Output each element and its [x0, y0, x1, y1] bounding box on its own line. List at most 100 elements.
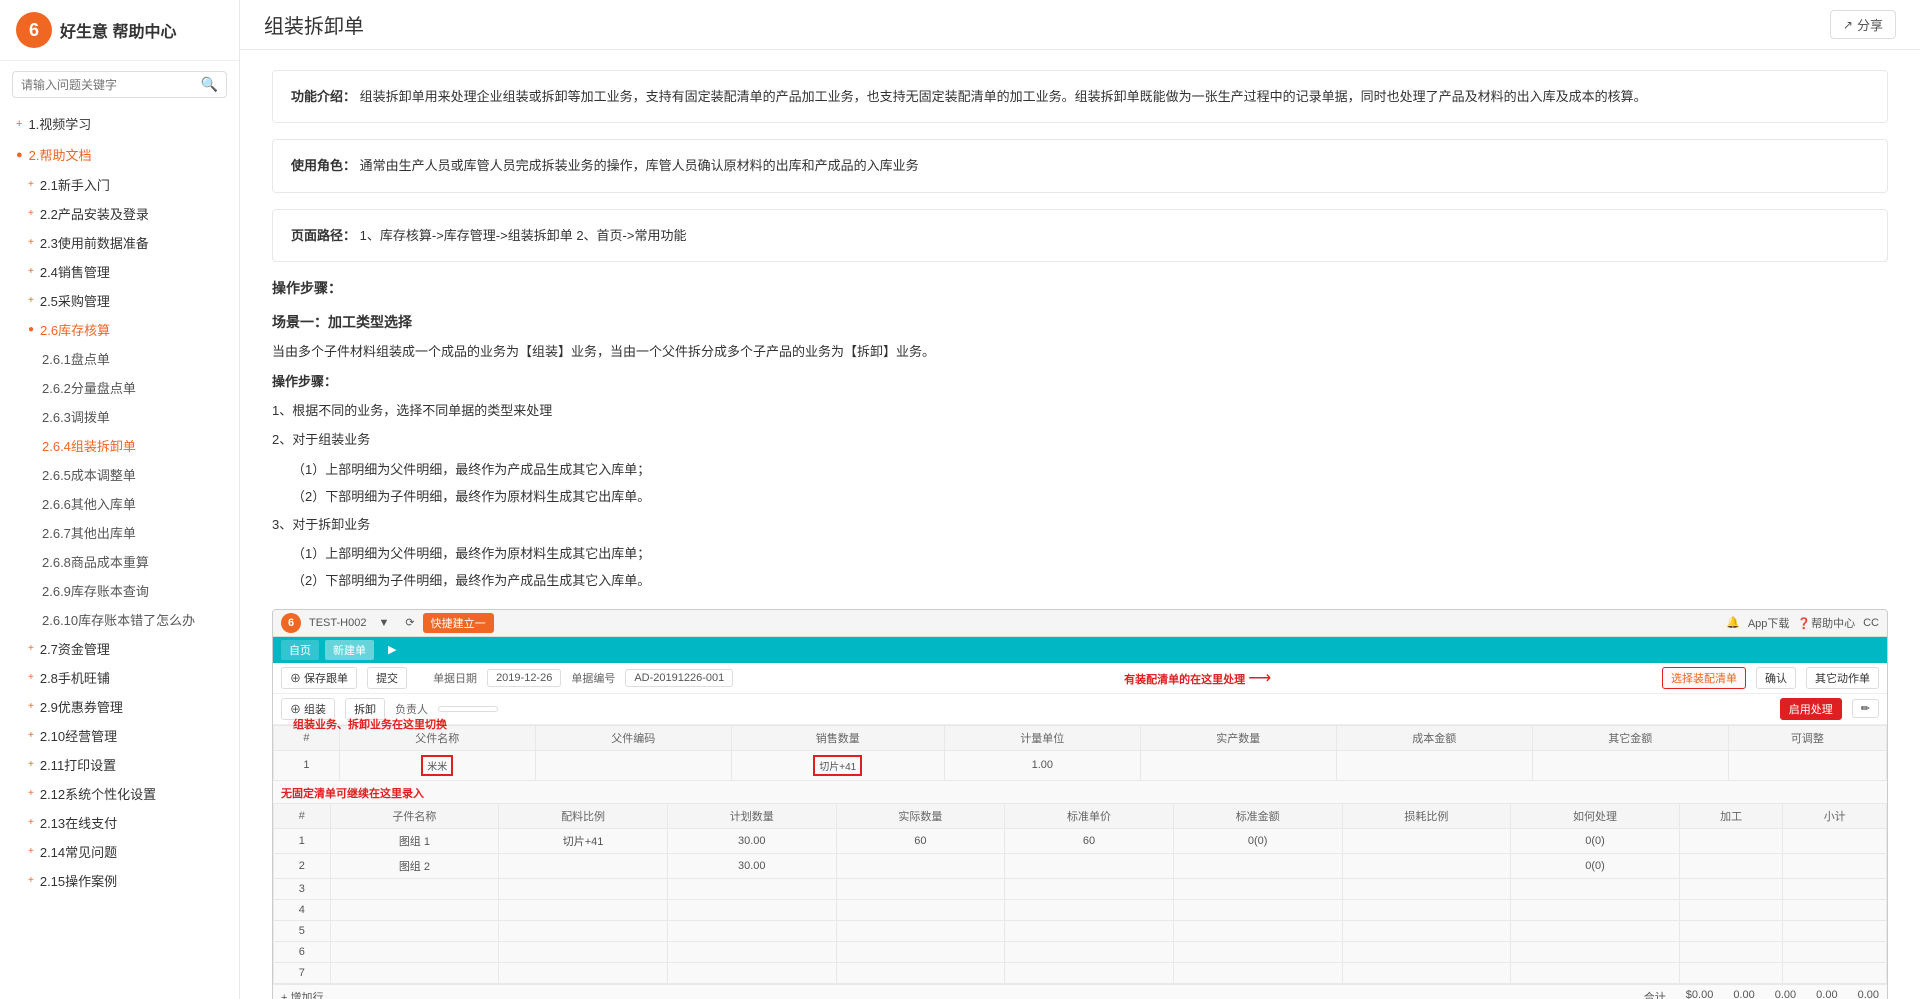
sidebar-item-coupon[interactable]: + 2.9优惠券管理 — [0, 692, 239, 721]
mock-bell-icon: 🔔 — [1726, 616, 1740, 629]
sidebar-item-cases[interactable]: + 2.15操作案例 — [0, 866, 239, 895]
sidebar-item-inventory-ledger[interactable]: 2.6.9库存账本查询 — [0, 576, 239, 605]
plus-icon-3: + — [28, 208, 34, 219]
sidebar-item-other-inbound[interactable]: 2.6.6其他入库单 — [0, 489, 239, 518]
plus-icon-8: + — [28, 672, 34, 683]
mock-save-btn[interactable]: ⊕ 保存跟单 — [281, 667, 357, 689]
plus-icon-10: + — [28, 730, 34, 741]
mock-tab-new[interactable]: 新建单 — [325, 640, 374, 660]
bth-std-amt: 标准金额 — [1173, 803, 1342, 828]
step3-sub2: （2）下部明细为子件明细，最终作为产成品生成其它入库单。 — [272, 569, 1888, 592]
mock-total-1: $0.00 — [1686, 989, 1714, 999]
cell-parent-name: 米米 — [339, 750, 535, 780]
annotation1-text: 有装配清单的在这里处理 — [1124, 674, 1245, 686]
plus-icon-12: + — [28, 788, 34, 799]
mock-tab-quick[interactable]: ▶ — [380, 641, 404, 658]
mock-enable-btn[interactable]: 启用处理 — [1780, 698, 1842, 720]
sidebar-item-stocktake[interactable]: 2.6.1盘点单 — [0, 344, 239, 373]
mock-select-assembly-btn[interactable]: 选择装配清单 — [1662, 667, 1746, 689]
ops-label: 操作步骤： — [272, 370, 1888, 393]
sidebar-item-newbie[interactable]: + 2.1新手入门 — [0, 170, 239, 199]
bth-handle: 如何处理 — [1511, 803, 1680, 828]
sidebar-item-finance[interactable]: + 2.7资金管理 — [0, 634, 239, 663]
mock-other-btn[interactable]: 其它动作单 — [1806, 667, 1879, 689]
sidebar-item-purchase[interactable]: + 2.5采购管理 — [0, 286, 239, 315]
mock-confirm-btn[interactable]: 确认 — [1756, 667, 1796, 689]
circle-icon-2: ● — [28, 324, 34, 335]
bth-name: 子件名称 — [330, 803, 499, 828]
func-intro-box: 功能介绍： 组装拆卸单用来处理企业组装或拆卸等加工业务，支持有固定装配清单的产品… — [272, 70, 1888, 123]
bth-subtotal: 小计 — [1783, 803, 1887, 828]
mock-total-4: 0.00 — [1816, 989, 1837, 999]
sidebar-item-mobile[interactable]: + 2.8手机旺铺 — [0, 663, 239, 692]
bth-num: # — [274, 803, 331, 828]
bot-table-row-5: 5 — [274, 920, 1887, 941]
sidebar-item-inventory[interactable]: ● 2.6库存核算 — [0, 315, 239, 344]
sidebar-item-transfer[interactable]: 2.6.3调拨单 — [0, 402, 239, 431]
sidebar-item-sales[interactable]: + 2.4销售管理 — [0, 257, 239, 286]
cell-sales-qty-val[interactable]: 切片+41 — [813, 755, 862, 776]
sidebar-item-video[interactable]: + 1.视频学习 — [0, 108, 239, 139]
sidebar-item-faq[interactable]: + 2.14常见问题 — [0, 837, 239, 866]
path-text: 1、库存核算->库存管理->组装拆卸单 2、首页->常用功能 — [360, 228, 687, 243]
mock-totals-row: + 增加行 合计 $0.00 0.00 0.00 0.00 0.00 — [273, 984, 1887, 999]
mock-date-val[interactable]: 2019-12-26 — [487, 669, 561, 687]
sidebar-item-custom[interactable]: + 2.12系统个性化设置 — [0, 779, 239, 808]
bth-actual-qty: 实际数量 — [836, 803, 1005, 828]
annotation3-text: 无固定清单可继续在这里录入 — [273, 783, 1887, 803]
bot-table-row-3: 3 — [274, 878, 1887, 899]
cell-parent-name-val[interactable]: 米米 — [421, 755, 453, 776]
step2-sub1: （1）上部明细为父件明细，最终作为产成品生成其它入库单； — [272, 458, 1888, 481]
bot-table-row-4: 4 — [274, 899, 1887, 920]
share-button[interactable]: ↗ 分享 — [1830, 10, 1896, 39]
sidebar-item-help-docs[interactable]: ● 2.帮助文档 — [0, 139, 239, 170]
screenshot-mock: 6 TEST-H002 ▼ ⟳ 快捷建立一 🔔 App下载 ❓帮助中心 CC 自… — [272, 609, 1888, 999]
sidebar-item-cost-adjust[interactable]: 2.6.5成本调整单 — [0, 460, 239, 489]
step1: 1、根据不同的业务，选择不同单据的类型来处理 — [272, 399, 1888, 422]
mock-quick-btn[interactable]: 快捷建立一 — [423, 613, 494, 633]
mock-edit-icon[interactable]: ✏ — [1852, 699, 1879, 718]
cell-other — [1532, 750, 1728, 780]
search-input[interactable] — [21, 78, 201, 92]
plus-icon-5: + — [28, 266, 34, 277]
sidebar-item-cost-recalc[interactable]: 2.6.8商品成本重算 — [0, 547, 239, 576]
cell-unit: 1.00 — [944, 750, 1140, 780]
search-icon[interactable]: 🔍 — [201, 76, 218, 93]
sidebar-item-print[interactable]: + 2.11打印设置 — [0, 750, 239, 779]
plus-icon-15: + — [28, 875, 34, 886]
mock-app-icon: App下载 — [1748, 615, 1790, 631]
role-box: 使用角色： 通常由生产人员或库管人员完成拆装业务的操作，库管人员确认原材料的出库… — [272, 139, 1888, 192]
th-parent-code: 父件编码 — [535, 725, 731, 750]
plus-icon-6: + — [28, 295, 34, 306]
bth-ratio: 配料比例 — [499, 803, 668, 828]
mock-total-3: 0.00 — [1775, 989, 1796, 999]
sidebar-item-operations[interactable]: + 2.10经营管理 — [0, 721, 239, 750]
arrow1: ⟶ — [1248, 670, 1271, 687]
mock-teal-nav: 自页 新建单 ▶ — [273, 637, 1887, 663]
sidebar-item-data-prep[interactable]: + 2.3使用前数据准备 — [0, 228, 239, 257]
step2: 2、对于组装业务 — [272, 428, 1888, 451]
search-bar[interactable]: 🔍 — [12, 71, 227, 98]
share-icon: ↗ — [1843, 18, 1853, 32]
plus-icon-13: + — [28, 817, 34, 828]
scenario1-label: 场景一：加工类型选择 — [272, 312, 1888, 332]
mock-bot-table: # 子件名称 配料比例 计划数量 实际数量 标准单价 标准金额 损耗比例 如何处… — [273, 803, 1887, 984]
mock-tab-self[interactable]: 自页 — [281, 640, 319, 660]
func-intro-text: 组装拆卸单用来处理企业组装或拆卸等加工业务，支持有固定装配清单的产品加工业务，也… — [360, 89, 1647, 104]
sidebar-item-install[interactable]: + 2.2产品安装及登录 — [0, 199, 239, 228]
mock-num-val[interactable]: AD-20191226-001 — [625, 669, 733, 687]
mock-person-input[interactable] — [438, 706, 498, 712]
sidebar-item-other-outbound[interactable]: 2.6.7其他出库单 — [0, 518, 239, 547]
sidebar-item-partial-stocktake[interactable]: 2.6.2分量盘点单 — [0, 373, 239, 402]
th-sales-qty: 销售数量 — [731, 725, 944, 750]
mock-submit-btn[interactable]: 提交 — [367, 667, 407, 689]
path-box: 页面路径： 1、库存核算->库存管理->组装拆卸单 2、首页->常用功能 — [272, 209, 1888, 262]
plus-icon-11: + — [28, 759, 34, 770]
plus-icon: + — [16, 118, 22, 130]
sidebar-item-payment[interactable]: + 2.13在线支付 — [0, 808, 239, 837]
sidebar-item-ledger-error[interactable]: 2.6.10库存账本错了怎么办 — [0, 605, 239, 634]
sidebar-item-assembly[interactable]: 2.6.4组装拆卸单 — [0, 431, 239, 460]
mock-add-row-btn[interactable]: + 增加行 — [281, 989, 323, 999]
role-text: 通常由生产人员或库管人员完成拆装业务的操作，库管人员确认原材料的出库和产成品的入… — [360, 158, 919, 173]
plus-icon-14: + — [28, 846, 34, 857]
